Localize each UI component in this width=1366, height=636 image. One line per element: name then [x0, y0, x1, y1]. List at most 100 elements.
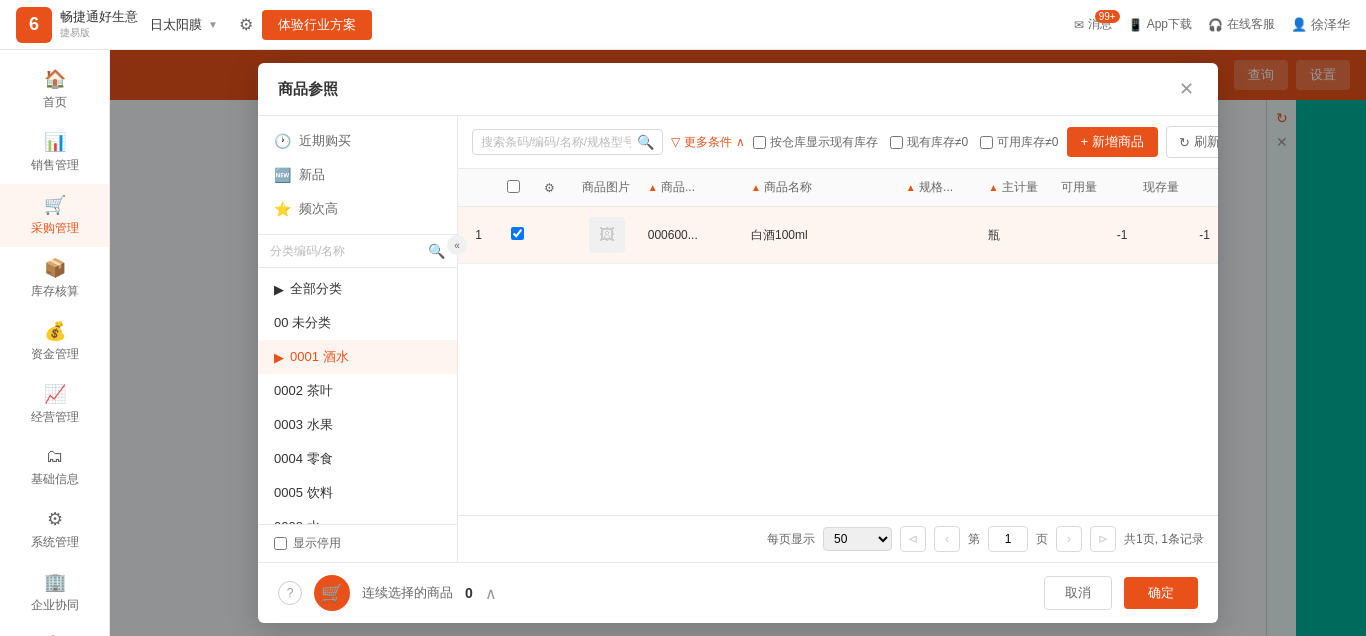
search-icon[interactable]: 🔍 — [637, 134, 654, 150]
page-info: 共1页, 1条记录 — [1124, 531, 1204, 548]
sidebar-item-enterprise[interactable]: 🏢企业协同 — [0, 561, 109, 624]
checkbox-avail-ne0[interactable]: 可用库存≠0 — [980, 134, 1058, 151]
add-product-button[interactable]: + 新增商品 — [1067, 127, 1158, 157]
category-item-0008[interactable]: 0008 水 — [258, 510, 457, 524]
row-code: 000600... — [640, 207, 743, 264]
footer-collapse-icon[interactable]: ∧ — [485, 584, 497, 603]
filter-button[interactable]: ▽ 更多条件 ∧ — [671, 134, 745, 151]
search-input[interactable] — [481, 135, 631, 149]
sort-name-icon[interactable]: ▲ — [751, 182, 761, 193]
top-nav: 6 畅捷通好生意 捷易版 日太阳膜 ▼ ⚙ 体验行业方案 ✉ 消息 99+ 📱 … — [0, 0, 1366, 50]
confirm-button[interactable]: 确定 — [1124, 577, 1198, 609]
finance-icon: 💰 — [44, 320, 66, 342]
cart-button[interactable]: 🛒 — [314, 575, 350, 611]
user-menu[interactable]: 👤 徐泽华 — [1291, 16, 1350, 34]
new-products-tab[interactable]: 🆕 新品 — [258, 158, 457, 192]
checkbox-warehouse-input[interactable] — [753, 136, 766, 149]
modal-close-button[interactable]: ✕ — [1174, 77, 1198, 101]
page-number-input[interactable] — [988, 526, 1028, 552]
category-item-0003[interactable]: 0003 水果 — [258, 408, 457, 442]
col-unit-header: ▲ 主计量 — [980, 169, 1052, 207]
online-service-label: 在线客服 — [1227, 16, 1275, 33]
col-stock-header: 现存量 — [1135, 169, 1218, 207]
sidebar-item-finance[interactable]: 💰 资金管理 — [0, 310, 109, 373]
row-stock: -1 — [1135, 207, 1218, 264]
show-disabled-label: 显示停用 — [293, 535, 341, 552]
chevron-down-icon: ▼ — [208, 19, 218, 30]
sort-spec-icon[interactable]: ▲ — [906, 182, 916, 193]
sidebar-item-operations[interactable]: 📈经营管理 — [0, 373, 109, 436]
first-page-button[interactable]: ⊲ — [900, 526, 926, 552]
refresh-label: 刷新 — [1194, 133, 1218, 151]
message-badge: 99+ — [1095, 10, 1120, 23]
col-code-header: ▲ 商品... — [640, 169, 743, 207]
sidebar-item-inventory[interactable]: 📦库存核算 — [0, 247, 109, 310]
messages-button[interactable]: ✉ 消息 99+ — [1074, 16, 1112, 33]
logo-text: 畅捷通好生意 — [60, 9, 138, 26]
sidebar-item-sales[interactable]: 📊销售管理 — [0, 121, 109, 184]
sidebar-item-basic[interactable]: 🗂 基础信息 — [0, 436, 109, 498]
help-button[interactable]: ? — [278, 581, 302, 605]
checkbox-warehouse[interactable]: 按仓库显示现有库存 — [753, 134, 878, 151]
sidebar-item-purchase[interactable]: 🛒采购管理 — [0, 184, 109, 247]
category-item-00[interactable]: 00 未分类 — [258, 306, 457, 340]
table-body: 1 🖼 000600... 白酒100ml 瓶 -1 -1 — [458, 207, 1218, 264]
settings-icon[interactable]: ⚙ — [544, 181, 555, 195]
frequent-tab[interactable]: ⭐ 频次高 — [258, 192, 457, 226]
prev-page-button[interactable]: ‹ — [934, 526, 960, 552]
headset-icon: 🎧 — [1208, 18, 1223, 32]
app-download-label: App下载 — [1147, 16, 1192, 33]
collapse-button[interactable]: « — [447, 235, 467, 255]
table-header-row: ⚙ 商品图片 ▲ 商品... ▲ 商品名称 — [458, 169, 1218, 207]
sidebar-label-system: 系统管理 — [31, 534, 79, 551]
select-all-checkbox[interactable] — [507, 180, 520, 193]
category-search-icon[interactable]: 🔍 — [428, 243, 445, 259]
category-item-0004[interactable]: 0004 零食 — [258, 442, 457, 476]
category-item-0005[interactable]: 0005 饮料 — [258, 476, 457, 510]
show-disabled-area: 显示停用 — [258, 524, 457, 562]
basic-icon: 🗂 — [46, 446, 64, 467]
sort-icon[interactable]: ▲ — [648, 182, 658, 193]
table-row[interactable]: 1 🖼 000600... 白酒100ml 瓶 -1 -1 — [458, 207, 1218, 264]
category-search-input[interactable] — [270, 244, 422, 258]
online-service-button[interactable]: 🎧 在线客服 — [1208, 16, 1275, 33]
checkbox-stock-ne0-input[interactable] — [890, 136, 903, 149]
store-selector[interactable]: 日太阳膜 ▼ — [138, 16, 230, 34]
category-item-0002[interactable]: 0002 茶叶 — [258, 374, 457, 408]
checkbox-stock-ne0[interactable]: 现有库存≠0 — [890, 134, 968, 151]
refresh-button[interactable]: ↻ 刷新 — [1166, 126, 1218, 158]
category-item-all[interactable]: ▶全部分类 — [258, 272, 457, 306]
sidebar-item-guide[interactable]: 📚新手引导 — [0, 624, 109, 636]
category-list: ▶全部分类00 未分类▶0001 酒水0002 茶叶0003 水果0004 零食… — [258, 268, 457, 524]
sidebar-item-system[interactable]: ⚙系统管理 — [0, 498, 109, 561]
cancel-button[interactable]: 取消 — [1044, 576, 1112, 610]
col-spec-header: ▲ 规格... — [898, 169, 981, 207]
last-page-button[interactable]: ⊳ — [1090, 526, 1116, 552]
product-table: ⚙ 商品图片 ▲ 商品... ▲ 商品名称 — [458, 169, 1218, 264]
main-layout: 🏠首页📊销售管理🛒采购管理📦库存核算💰资金管理📈经营管理🗂基础信息⚙系统管理🏢企… — [0, 50, 1366, 636]
next-page-button[interactable]: › — [1056, 526, 1082, 552]
row-spec — [898, 207, 981, 264]
sidebar-label-basic: 基础信息 — [31, 471, 79, 488]
row-checkbox[interactable] — [511, 227, 524, 240]
recent-tab[interactable]: 🕐 近期购买 — [258, 124, 457, 158]
checkbox-avail-ne0-input[interactable] — [980, 136, 993, 149]
app-download-button[interactable]: 📱 App下载 — [1128, 16, 1192, 33]
settings-icon[interactable]: ⚙ — [230, 9, 262, 41]
new-icon: 🆕 — [274, 167, 291, 183]
operations-icon: 📈 — [44, 383, 66, 405]
modal-header: 商品参照 ✕ — [258, 63, 1218, 116]
sidebar-label-finance: 资金管理 — [31, 346, 79, 363]
per-page-select[interactable]: 50 100 200 — [823, 527, 892, 551]
show-disabled-checkbox[interactable] — [274, 537, 287, 550]
category-item-0001[interactable]: ▶0001 酒水 — [258, 340, 457, 374]
experience-button[interactable]: 体验行业方案 — [262, 10, 372, 40]
sidebar-item-home[interactable]: 🏠首页 — [0, 58, 109, 121]
page-label: 第 — [968, 531, 980, 548]
content-area: 查询 设置 ↻ ✕ 商品参照 ✕ — [110, 50, 1366, 636]
sort-unit-icon[interactable]: ▲ — [988, 182, 998, 193]
phone-icon: 📱 — [1128, 18, 1143, 32]
sidebar-label-sales: 销售管理 — [31, 157, 79, 174]
message-icon: ✉ — [1074, 18, 1084, 32]
page-unit: 页 — [1036, 531, 1048, 548]
